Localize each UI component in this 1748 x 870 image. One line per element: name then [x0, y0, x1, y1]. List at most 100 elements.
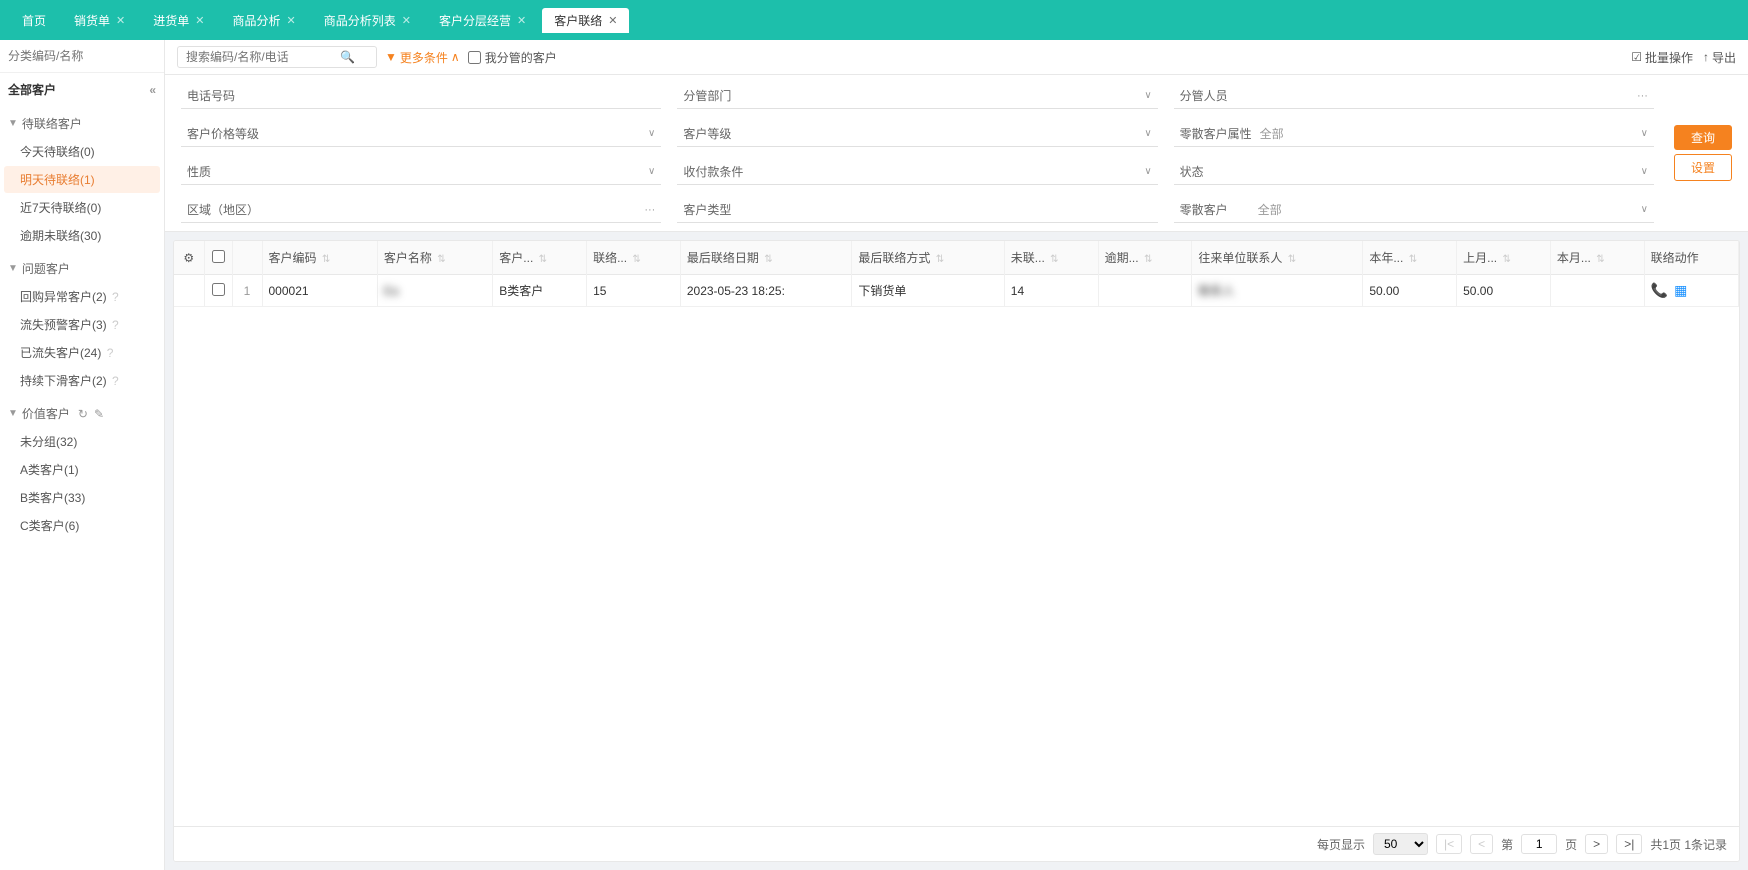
status-dropdown-icon[interactable]: ∨	[1641, 166, 1648, 177]
sidebar-search-input[interactable]	[8, 49, 163, 63]
th-name-label: 客户名称	[384, 251, 432, 265]
value-edit-icon[interactable]: ✎	[94, 407, 104, 421]
more-filter-btn[interactable]: ▼ 更多条件 ∧	[385, 49, 460, 66]
filter-phone-label: 电话号码	[187, 87, 257, 104]
sidebar-item-unclassified[interactable]: 未分组(32)	[4, 428, 160, 455]
price-grade-dropdown-icon[interactable]: ∨	[648, 128, 655, 139]
th-this-month[interactable]: 本月... ⇅	[1550, 241, 1644, 275]
nav-home-label: 首页	[22, 12, 46, 29]
class-b-label: B类客户(33)	[20, 491, 85, 505]
row-checkbox[interactable]	[212, 283, 225, 296]
th-unlink-days[interactable]: 未联... ⇅	[1004, 241, 1098, 275]
batch-op-btn[interactable]: ☑ 批量操作	[1631, 49, 1693, 66]
retail-attr-dropdown-icon[interactable]: ∨	[1641, 128, 1648, 139]
retail-customer-dropdown-icon[interactable]: ∨	[1641, 204, 1648, 215]
sidebar-item-churn-warning[interactable]: 流失预警客户(3) ?	[4, 311, 160, 338]
th-this-year[interactable]: 本年... ⇅	[1363, 241, 1457, 275]
th-last-method[interactable]: 最后联络方式 ⇅	[852, 241, 1004, 275]
my-customers-checkbox[interactable]	[468, 51, 481, 64]
nav-customer-tier[interactable]: 客户分层经营 ✕	[427, 8, 538, 33]
value-triangle-icon: ▼	[8, 408, 18, 419]
action-grid-icon[interactable]: ▦	[1674, 282, 1687, 299]
nav-purchase-close-icon[interactable]: ✕	[195, 14, 204, 27]
nav-sales-order[interactable]: 销货单 ✕	[62, 8, 137, 33]
th-this-month-sort-icon: ⇅	[1596, 254, 1604, 265]
th-select-all[interactable]	[212, 250, 225, 263]
gender-dropdown-icon[interactable]: ∨	[648, 166, 655, 177]
th-code[interactable]: 客户编码 ⇅	[262, 241, 377, 275]
th-gear[interactable]: ⚙	[174, 241, 204, 275]
nav-product-analysis-list[interactable]: 商品分析列表 ✕	[312, 8, 423, 33]
filter-retail-customer-value[interactable]: 全部	[1258, 201, 1637, 218]
sidebar-item-class-c[interactable]: C类客户(6)	[4, 512, 160, 539]
sidebar-item-tomorrow-contact[interactable]: 明天待联络(1)	[4, 166, 160, 193]
nav-close-icon[interactable]: ✕	[116, 14, 125, 27]
sidebar-item-overdue-contact[interactable]: 逾期未联络(30)	[4, 222, 160, 249]
all-customers-label: 全部客户	[8, 81, 56, 98]
th-overdue[interactable]: 逾期... ⇅	[1098, 241, 1192, 275]
filter-manager: 分管人员 ···	[1174, 83, 1654, 109]
last-method-link[interactable]: 下销货单	[858, 284, 906, 298]
dept-dropdown-icon[interactable]: ∨	[1144, 90, 1151, 101]
export-btn[interactable]: ↑ 导出	[1703, 49, 1736, 66]
row-last-method[interactable]: 下销货单	[852, 275, 1004, 307]
page-number-input[interactable]	[1521, 834, 1557, 854]
th-name[interactable]: 客户名称 ⇅	[377, 241, 492, 275]
row-this-year: 50.00	[1363, 275, 1457, 307]
prev-page-btn[interactable]: <	[1470, 834, 1493, 854]
content-area: 🔍 ▼ 更多条件 ∧ 我分管的客户 ☑ 批量操作 ↑ 导出	[165, 40, 1748, 870]
th-type[interactable]: 客户... ⇅	[493, 241, 587, 275]
manager-more-icon[interactable]: ···	[1637, 90, 1648, 102]
th-this-year-sort-icon: ⇅	[1409, 254, 1417, 265]
nav-purchase-order[interactable]: 进货单 ✕	[141, 8, 216, 33]
filter-panel: 电话号码 分管部门 ∨ 分管人员 ···	[165, 75, 1748, 232]
set-button[interactable]: 设置	[1674, 154, 1732, 181]
today-contact-label: 今天待联络(0)	[20, 145, 95, 159]
filter-price-grade-label: 客户价格等级	[187, 125, 259, 142]
row-action: 📞 ▦	[1644, 275, 1738, 307]
nav-tier-close-icon[interactable]: ✕	[517, 14, 526, 27]
action-phone-icon[interactable]: 📞	[1651, 282, 1668, 299]
nav-product-list-close-icon[interactable]: ✕	[402, 14, 411, 27]
toolbar: 🔍 ▼ 更多条件 ∧ 我分管的客户 ☑ 批量操作 ↑ 导出	[165, 40, 1748, 75]
value-refresh-icon[interactable]: ↻	[78, 407, 88, 421]
payment-dropdown-icon[interactable]: ∨	[1144, 166, 1151, 177]
region-more-icon[interactable]: ···	[644, 204, 655, 216]
row-code: 000021	[262, 275, 377, 307]
class-c-label: C类客户(6)	[20, 519, 79, 533]
nav-product-analysis[interactable]: 商品分析 ✕	[220, 8, 307, 33]
main-search-icon[interactable]: 🔍	[340, 50, 355, 64]
customer-grade-dropdown-icon[interactable]: ∨	[1144, 128, 1151, 139]
nav-product-analysis-close-icon[interactable]: ✕	[287, 14, 296, 27]
last-page-btn[interactable]: >|	[1616, 834, 1642, 854]
sidebar-item-churned[interactable]: 已流失客户(24) ?	[4, 339, 160, 366]
filter-payment: 收付款条件 ∨	[677, 159, 1157, 185]
pending-label: 待联络客户	[22, 115, 82, 132]
sidebar-item-repurchase-abnormal[interactable]: 回购异常客户(2) ?	[4, 283, 160, 310]
first-page-btn[interactable]: |<	[1436, 834, 1462, 854]
sidebar-item-class-a[interactable]: A类客户(1)	[4, 456, 160, 483]
checkbox-icon: ☑	[1631, 50, 1642, 64]
filter-retail-attr-value[interactable]: 全部	[1260, 125, 1637, 142]
nav-contact-close-icon[interactable]: ✕	[608, 14, 617, 27]
query-button[interactable]: 查询	[1674, 125, 1732, 150]
page-word: 第	[1501, 836, 1513, 853]
page-size-select[interactable]: 50 100 200	[1373, 833, 1428, 855]
th-last-month[interactable]: 上月... ⇅	[1457, 241, 1551, 275]
sidebar-item-class-b[interactable]: B类客户(33)	[4, 484, 160, 511]
th-unit-contact-label: 往来单位联系人	[1198, 251, 1282, 265]
th-last-date[interactable]: 最后联络日期 ⇅	[680, 241, 852, 275]
nav-home[interactable]: 首页	[10, 8, 58, 33]
sidebar-item-declining[interactable]: 持续下滑客户(2) ?	[4, 367, 160, 394]
sidebar-item-today-contact[interactable]: 今天待联络(0)	[4, 138, 160, 165]
th-unit-contact[interactable]: 往来单位联系人 ⇅	[1192, 241, 1363, 275]
sidebar-all-customers[interactable]: 全部客户 «	[0, 73, 164, 104]
nav-customer-contact[interactable]: 客户联络 ✕	[542, 8, 629, 33]
th-contact-count[interactable]: 联络... ⇅	[587, 241, 681, 275]
main-search-input[interactable]	[186, 50, 336, 64]
my-customers-check[interactable]: 我分管的客户	[468, 49, 557, 66]
sidebar-collapse-icon[interactable]: «	[149, 83, 156, 97]
next-page-btn[interactable]: >	[1585, 834, 1608, 854]
sidebar-item-week-contact[interactable]: 近7天待联络(0)	[4, 194, 160, 221]
tomorrow-contact-label: 明天待联络(1)	[20, 173, 95, 187]
